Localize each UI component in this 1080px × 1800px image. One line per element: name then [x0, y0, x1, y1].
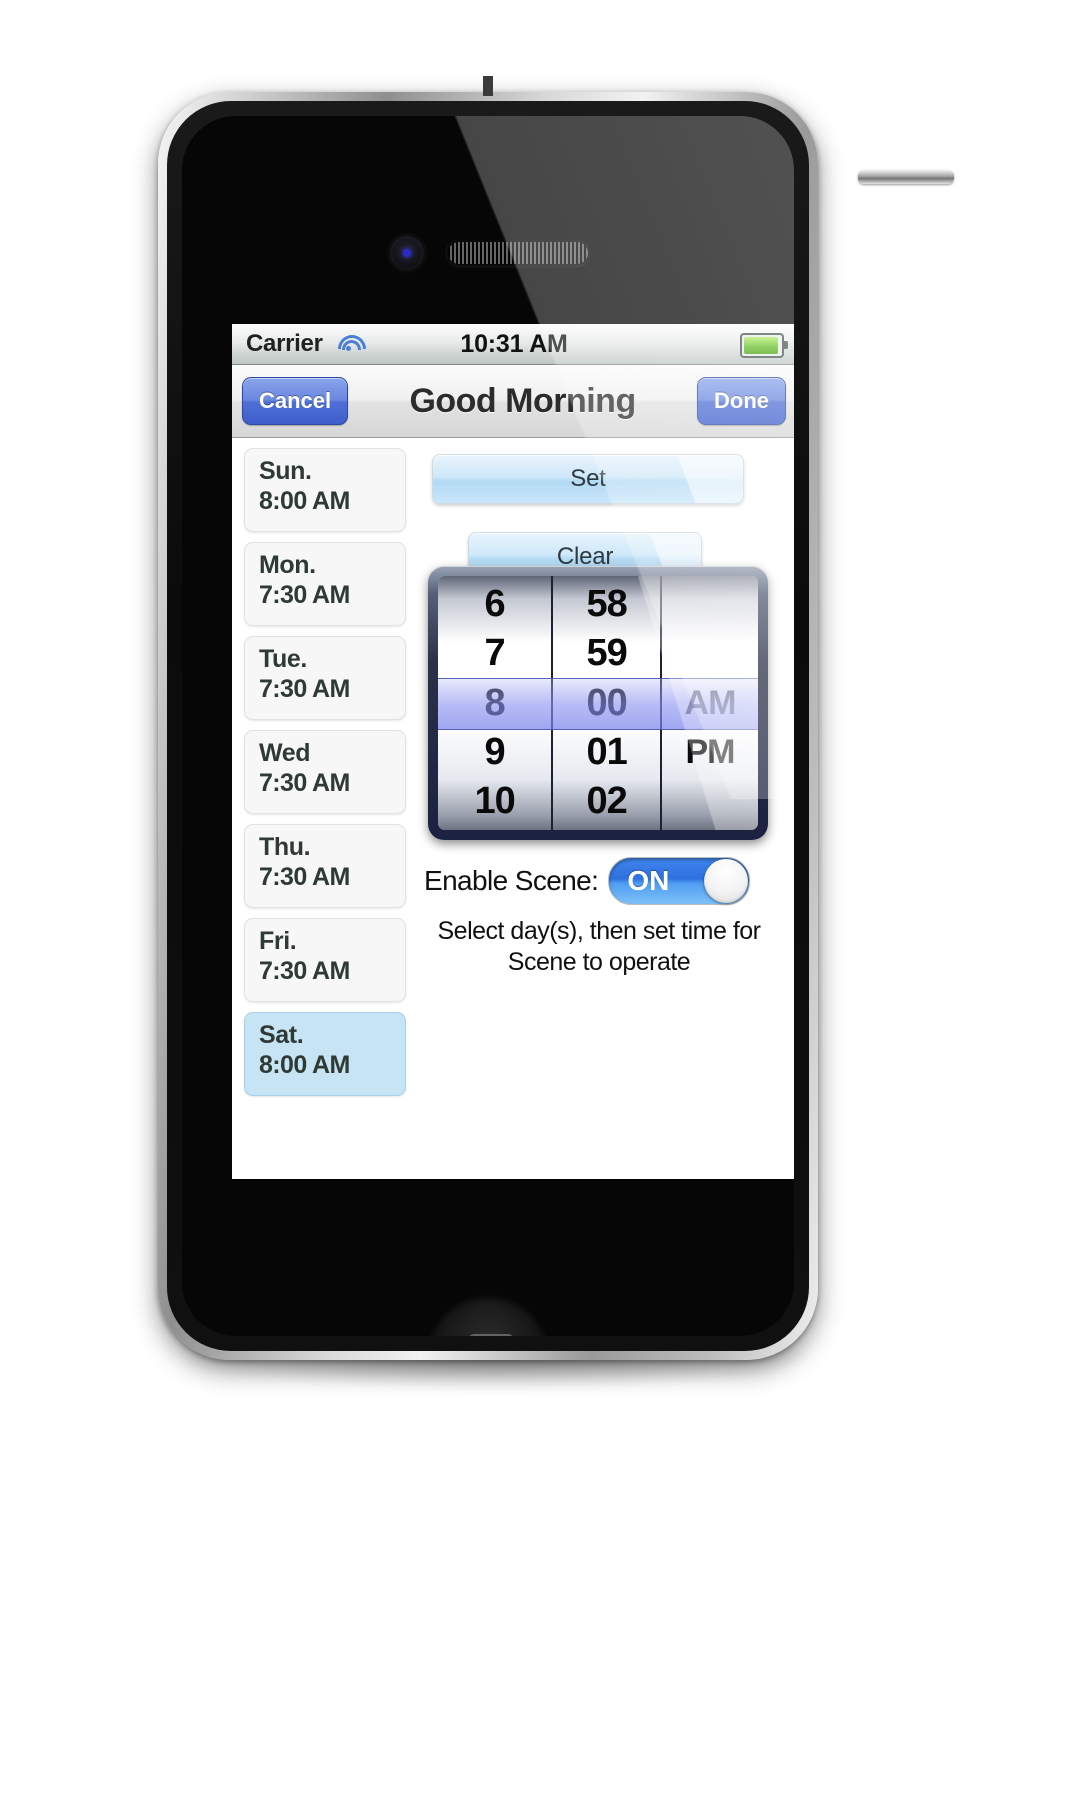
- hint-line-2: Scene to operate: [507, 947, 691, 976]
- iphone-device: Carrier 10:31 AM Cancel Good Morning Don…: [158, 76, 954, 1360]
- minute-option[interactable]: 02: [553, 777, 660, 826]
- meridiem-option[interactable]: PM: [662, 728, 758, 777]
- day-cell-mon[interactable]: Mon. 7:30 AM: [244, 542, 406, 626]
- meridiem-option-selected[interactable]: AM: [662, 678, 758, 727]
- status-bar: Carrier 10:31 AM: [232, 324, 794, 365]
- minute-option-selected[interactable]: 00: [553, 678, 660, 727]
- meridiem-wheel[interactable]: AM PM: [661, 576, 758, 830]
- meridiem-option-empty: [662, 777, 758, 826]
- button-gloss: [625, 455, 743, 503]
- day-time: 8:00 AM: [259, 1050, 350, 1079]
- day-time: 7:30 AM: [259, 674, 350, 703]
- enable-scene-toggle[interactable]: ON: [608, 857, 751, 905]
- day-cell-tue[interactable]: Tue. 7:30 AM: [244, 636, 406, 720]
- hour-option[interactable]: 6: [438, 580, 551, 629]
- day-time: 7:30 AM: [259, 956, 350, 985]
- action-buttons: Set Clear: [420, 438, 794, 582]
- day-cell-wed[interactable]: Wed 7:30 AM: [244, 730, 406, 814]
- battery-icon: [740, 333, 788, 358]
- hour-option-selected[interactable]: 8: [438, 678, 551, 727]
- navigation-bar: Cancel Good Morning Done: [232, 365, 794, 438]
- picker-wheels: 6 7 8 9 10 58 59 00 01 02 AM PM: [438, 576, 758, 830]
- toggle-value-label: ON: [627, 865, 670, 896]
- day-time: 8:00 AM: [259, 486, 350, 515]
- meridiem-option-empty: [662, 629, 758, 678]
- meridiem-option-empty: [662, 580, 758, 629]
- day-name: Thu.: [259, 833, 311, 861]
- day-cell-fri[interactable]: Fri. 7:30 AM: [244, 918, 406, 1002]
- app-screen: Carrier 10:31 AM Cancel Good Morning Don…: [232, 324, 794, 1179]
- hint-text: Select day(s), then set time for Scene t…: [420, 916, 778, 977]
- day-cell-thu[interactable]: Thu. 7:30 AM: [244, 824, 406, 908]
- day-cell-sat[interactable]: Sat. 8:00 AM: [244, 1012, 406, 1096]
- minute-option[interactable]: 59: [553, 629, 660, 678]
- status-time: 10:31 AM: [460, 329, 568, 358]
- hour-wheel[interactable]: 6 7 8 9 10: [438, 576, 554, 830]
- set-button[interactable]: Set: [432, 454, 744, 504]
- device-bezel: Carrier 10:31 AM Cancel Good Morning Don…: [167, 101, 809, 1351]
- time-picker[interactable]: 6 7 8 9 10 58 59 00 01 02 AM PM: [428, 566, 768, 840]
- day-name: Sun.: [259, 457, 312, 485]
- cancel-button[interactable]: Cancel: [242, 377, 349, 425]
- day-cell-sun[interactable]: Sun. 8:00 AM: [244, 448, 406, 532]
- done-button[interactable]: Done: [697, 377, 786, 425]
- hour-option[interactable]: 7: [438, 629, 551, 678]
- hint-line-1: Select day(s), then set time for: [437, 917, 761, 945]
- enable-scene-row: Enable Scene: ON: [424, 856, 776, 906]
- day-time: 7:30 AM: [259, 580, 350, 609]
- power-button[interactable]: [858, 170, 954, 184]
- content-area: Sun. 8:00 AM Mon. 7:30 AM Tue. 7:30 AM W…: [232, 438, 794, 1179]
- hour-option[interactable]: 10: [438, 777, 551, 826]
- day-name: Fri.: [259, 927, 297, 955]
- day-time: 7:30 AM: [259, 862, 350, 891]
- antenna-band: [483, 76, 493, 96]
- minute-option[interactable]: 58: [553, 580, 660, 629]
- day-name: Sat.: [259, 1021, 304, 1049]
- minute-wheel[interactable]: 58 59 00 01 02: [553, 576, 662, 830]
- day-name: Mon.: [259, 551, 316, 579]
- minute-option[interactable]: 01: [553, 728, 660, 777]
- page-title: Good Morning: [409, 381, 636, 420]
- day-list: Sun. 8:00 AM Mon. 7:30 AM Tue. 7:30 AM W…: [244, 448, 406, 1106]
- time-picker-inner: 6 7 8 9 10 58 59 00 01 02 AM PM: [438, 576, 758, 830]
- set-button-label: Set: [570, 465, 606, 492]
- device-face: Carrier 10:31 AM Cancel Good Morning Don…: [182, 116, 794, 1336]
- toggle-knob[interactable]: [704, 859, 749, 903]
- earpiece-speaker: [446, 240, 590, 266]
- screenshot-stage: Carrier 10:31 AM Cancel Good Morning Don…: [0, 0, 1080, 1800]
- day-name: Tue.: [259, 645, 307, 673]
- hour-option[interactable]: 9: [438, 728, 551, 777]
- day-time: 7:30 AM: [259, 768, 350, 797]
- enable-scene-label: Enable Scene:: [424, 865, 599, 896]
- home-button[interactable]: [426, 1294, 550, 1336]
- home-square-icon: [466, 1334, 516, 1336]
- right-pane: Set Clear 6 7 8 9 10 58 59 00 01 02 AM P…: [420, 438, 794, 1179]
- day-name: Wed: [259, 739, 311, 767]
- front-camera-icon: [390, 236, 424, 270]
